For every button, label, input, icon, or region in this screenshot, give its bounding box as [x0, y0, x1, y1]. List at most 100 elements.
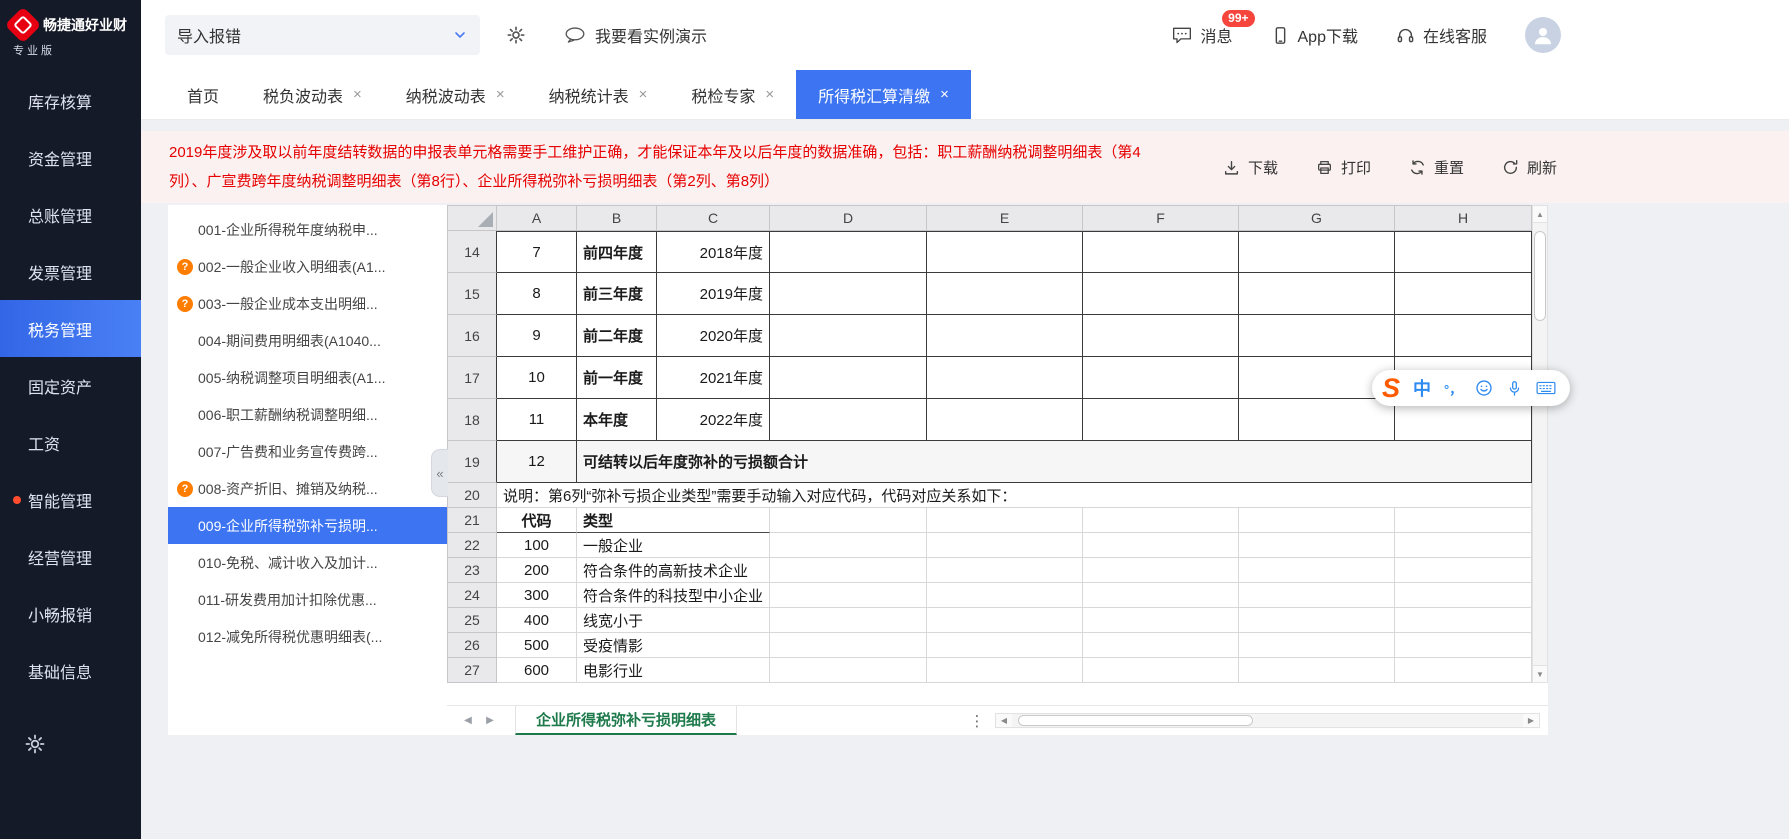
- row-header-24[interactable]: 24: [447, 583, 497, 608]
- tab-close-icon[interactable]: ×: [940, 86, 949, 103]
- report-list-item-10[interactable]: 010-免税、减计收入及加计...: [168, 544, 447, 581]
- sheet-cell[interactable]: [770, 315, 927, 357]
- sheet-cell[interactable]: [1083, 357, 1239, 399]
- row-header-22[interactable]: 22: [447, 533, 497, 558]
- sheet-cell[interactable]: [770, 357, 927, 399]
- sheet-cell[interactable]: [770, 508, 927, 533]
- ime-toolbar[interactable]: S 中 °，: [1372, 370, 1571, 406]
- report-list-item-3[interactable]: ? 003-一般企业成本支出明细...: [168, 285, 447, 322]
- row-header-27[interactable]: 27: [447, 658, 497, 683]
- sheet-cell[interactable]: [1083, 231, 1239, 273]
- sheet-cell[interactable]: [770, 558, 927, 583]
- sidebar-item-1[interactable]: 库存核算: [0, 72, 141, 129]
- tab-5[interactable]: 税检专家 ×: [669, 70, 796, 119]
- sheet-cell[interactable]: 可结转以后年度弥补的亏损额合计: [577, 441, 1532, 483]
- sidebar-gear-icon[interactable]: [24, 733, 46, 755]
- sheet-cell[interactable]: [770, 273, 927, 315]
- sheet-cell[interactable]: [1239, 399, 1395, 441]
- sheet-cell[interactable]: [927, 231, 1083, 273]
- sheet-cell[interactable]: [927, 633, 1083, 658]
- sheet-cell[interactable]: [1239, 583, 1395, 608]
- tab-close-icon[interactable]: ×: [639, 86, 648, 103]
- report-list-item-7[interactable]: 007-广告费和业务宣传费跨...: [168, 433, 447, 470]
- sheet-cell[interactable]: 一般企业: [577, 533, 770, 558]
- refresh-button[interactable]: 刷新: [1502, 157, 1557, 178]
- sheet-cell[interactable]: 前四年度: [577, 231, 657, 273]
- report-list-item-1[interactable]: 001-企业所得税年度纳税申...: [168, 211, 447, 248]
- sheet-cell[interactable]: 本年度: [577, 399, 657, 441]
- collapse-panel-handle[interactable]: «: [431, 449, 448, 497]
- horizontal-scroll-track[interactable]: [1012, 714, 1523, 727]
- sheet-cell[interactable]: [1083, 658, 1239, 683]
- sheet-cell[interactable]: 2018年度: [657, 231, 770, 273]
- sheet-cell[interactable]: [1083, 533, 1239, 558]
- sheet-cell[interactable]: 400: [497, 608, 577, 633]
- ime-language-toggle[interactable]: 中: [1413, 375, 1431, 401]
- sidebar-item-2[interactable]: 资金管理: [0, 129, 141, 186]
- emoji-icon[interactable]: [1475, 379, 1493, 397]
- sheet-cell[interactable]: 300: [497, 583, 577, 608]
- sheet-cell[interactable]: 说明：第6列“弥补亏损企业类型”需要手动输入对应代码，代码对应关系如下：: [497, 483, 1532, 508]
- sheet-cell[interactable]: 200: [497, 558, 577, 583]
- sidebar-item-3[interactable]: 总账管理: [0, 186, 141, 243]
- sheet-cell[interactable]: [1395, 508, 1532, 533]
- sheet-cell[interactable]: [770, 658, 927, 683]
- online-service-button[interactable]: 在线客服: [1396, 23, 1487, 47]
- sheet-more-icon[interactable]: ⋮: [969, 712, 985, 730]
- sheet-cell[interactable]: [770, 399, 927, 441]
- sheet-cell[interactable]: [1083, 273, 1239, 315]
- sheet-cell[interactable]: 前一年度: [577, 357, 657, 399]
- scroll-up-button[interactable]: ▲: [1533, 206, 1547, 223]
- column-header-A[interactable]: A: [497, 205, 577, 231]
- sheet-cell[interactable]: [1239, 273, 1395, 315]
- sheet-cell[interactable]: [1083, 608, 1239, 633]
- sheet-cell[interactable]: [1083, 583, 1239, 608]
- hscroll-right-button[interactable]: ▶: [1523, 714, 1539, 727]
- tab-6[interactable]: 所得税汇算清缴 ×: [796, 70, 971, 119]
- sheet-cell[interactable]: [1083, 633, 1239, 658]
- sheet-cell[interactable]: [927, 273, 1083, 315]
- report-list-item-5[interactable]: 005-纳税调整项目明细表(A1...: [168, 359, 447, 396]
- row-header-20[interactable]: 20: [447, 483, 497, 508]
- keyboard-icon[interactable]: [1536, 380, 1556, 396]
- sheet-cell[interactable]: 11: [497, 399, 577, 441]
- column-header-D[interactable]: D: [770, 205, 927, 231]
- row-header-18[interactable]: 18: [447, 399, 497, 441]
- sheet-cell[interactable]: [1395, 315, 1532, 357]
- column-header-G[interactable]: G: [1239, 205, 1395, 231]
- sheet-cell[interactable]: [1239, 533, 1395, 558]
- row-header-16[interactable]: 16: [447, 315, 497, 357]
- row-header-14[interactable]: 14: [447, 231, 497, 273]
- import-error-dropdown[interactable]: 导入报错: [165, 15, 480, 55]
- sheet-cell[interactable]: [1239, 658, 1395, 683]
- sheet-cell[interactable]: 2021年度: [657, 357, 770, 399]
- sheet-cell[interactable]: [1395, 273, 1532, 315]
- column-header-E[interactable]: E: [927, 205, 1083, 231]
- download-button[interactable]: 下载: [1223, 157, 1278, 178]
- row-header-19[interactable]: 19: [447, 441, 497, 483]
- demo-link[interactable]: 我要看实例演示: [564, 23, 707, 47]
- row-header-17[interactable]: 17: [447, 357, 497, 399]
- report-list-item-2[interactable]: ? 002-一般企业收入明细表(A1...: [168, 248, 447, 285]
- sheet-cell[interactable]: [1239, 633, 1395, 658]
- tab-1[interactable]: 首页: [165, 70, 241, 119]
- row-header-15[interactable]: 15: [447, 273, 497, 315]
- sheet-tab[interactable]: 企业所得税弥补亏损明细表: [515, 706, 738, 735]
- sheet-cell[interactable]: 前三年度: [577, 273, 657, 315]
- sidebar-item-7[interactable]: 工资: [0, 414, 141, 471]
- report-list-item-12[interactable]: 012-减免所得税优惠明细表(...: [168, 618, 447, 655]
- tab-4[interactable]: 纳税统计表 ×: [527, 70, 670, 119]
- sidebar-item-4[interactable]: 发票管理: [0, 243, 141, 300]
- report-list-item-9[interactable]: 009-企业所得税弥补亏损明...: [168, 507, 447, 544]
- row-header-23[interactable]: 23: [447, 558, 497, 583]
- sheet-cell[interactable]: [1239, 357, 1395, 399]
- sidebar-item-11[interactable]: 基础信息: [0, 642, 141, 699]
- reset-button[interactable]: 重置: [1409, 157, 1464, 178]
- help-icon[interactable]: ?: [177, 295, 193, 312]
- user-avatar[interactable]: [1525, 17, 1561, 53]
- ime-logo[interactable]: S: [1382, 374, 1400, 402]
- sheet-cell[interactable]: 100: [497, 533, 577, 558]
- app-download-button[interactable]: App下载: [1271, 23, 1358, 47]
- hscroll-left-button[interactable]: ◀: [996, 714, 1012, 727]
- sheet-cell[interactable]: [927, 558, 1083, 583]
